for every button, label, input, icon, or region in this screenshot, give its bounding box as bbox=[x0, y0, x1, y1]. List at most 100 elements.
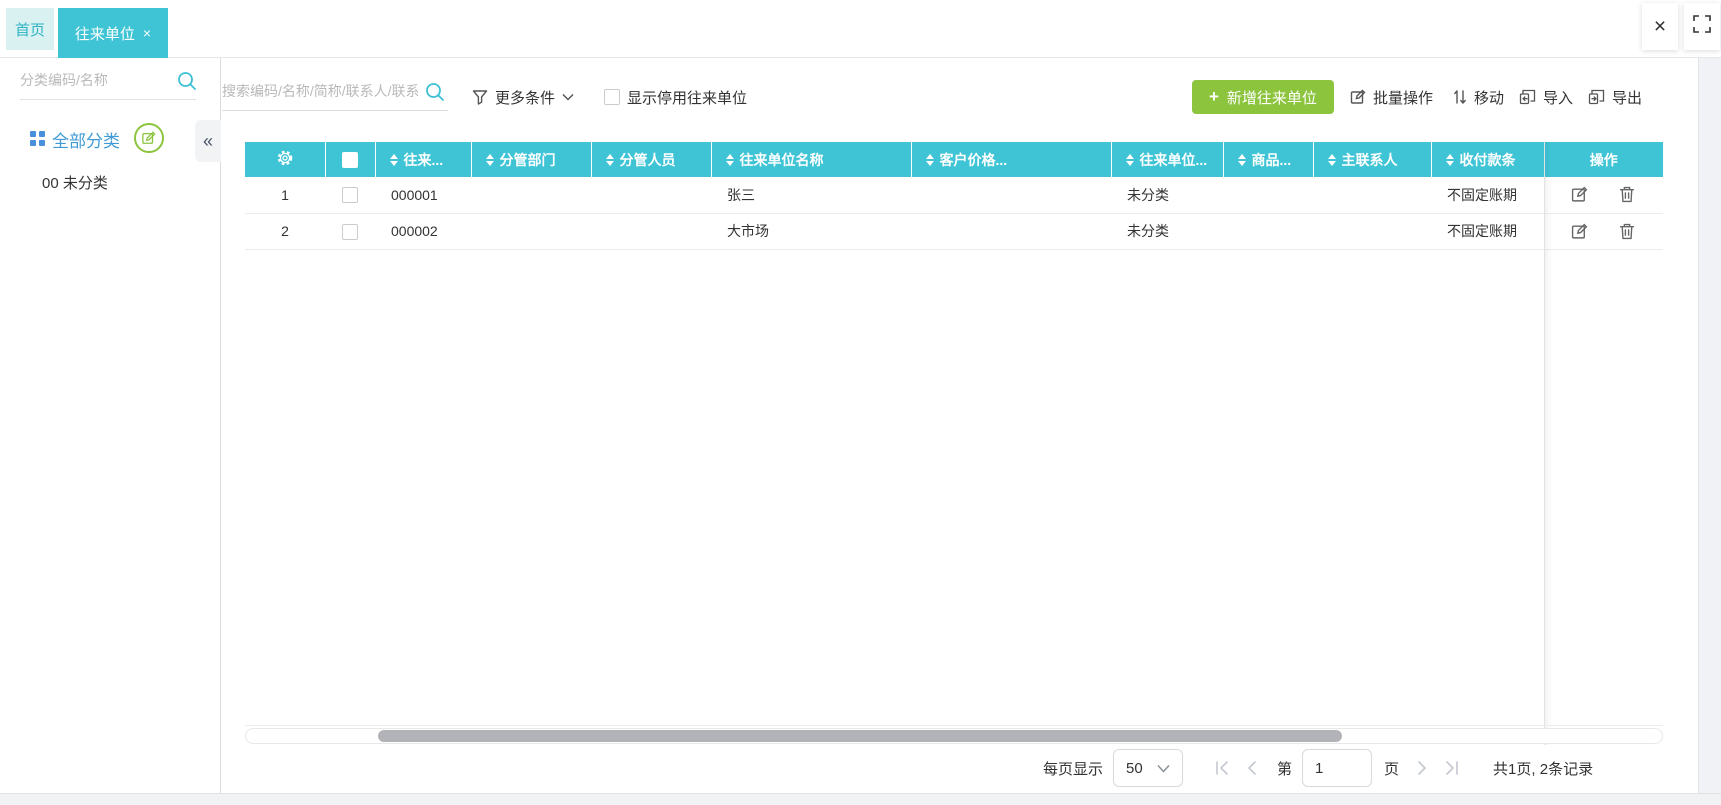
import-button[interactable]: 导入 bbox=[1519, 87, 1573, 108]
show-disabled-label: 显示停用往来单位 bbox=[627, 89, 748, 107]
chevron-down-icon bbox=[1157, 764, 1170, 773]
list-toolbar: 更多条件 显示停用往来单位 + 新增往来单位 批量操作 移动 bbox=[222, 75, 1642, 119]
export-icon bbox=[1588, 89, 1605, 105]
column-header-category[interactable]: 往来单位... bbox=[1110, 142, 1223, 177]
column-header-name[interactable]: 往来单位名称 bbox=[710, 142, 911, 177]
select-all-checkbox[interactable] bbox=[324, 142, 375, 177]
cell-name: 大市场 bbox=[711, 213, 911, 250]
cell-index: 2 bbox=[245, 213, 325, 250]
cell-contact bbox=[1313, 213, 1431, 250]
batch-actions-button[interactable]: 批量操作 bbox=[1350, 87, 1433, 108]
column-header-contact[interactable]: 主联系人 bbox=[1312, 142, 1431, 177]
page-suffix-label: 页 bbox=[1384, 760, 1400, 778]
chevron-right-icon bbox=[1418, 761, 1427, 775]
export-label: 导出 bbox=[1611, 89, 1642, 107]
column-header-code[interactable]: 往来... bbox=[374, 142, 471, 177]
scrollbar-thumb[interactable] bbox=[378, 730, 1342, 742]
sort-icon[interactable] bbox=[925, 153, 934, 166]
cell-person bbox=[591, 213, 711, 250]
cell-dept bbox=[471, 213, 591, 250]
trash-icon bbox=[1620, 223, 1635, 239]
search-icon[interactable] bbox=[424, 81, 446, 103]
edit-pencil-icon bbox=[142, 131, 156, 144]
sort-icon[interactable] bbox=[389, 153, 398, 166]
fullscreen-icon bbox=[1693, 15, 1711, 38]
show-disabled-toggle[interactable]: 显示停用往来单位 bbox=[604, 87, 747, 108]
last-page-button[interactable] bbox=[1441, 748, 1463, 788]
window-close-button[interactable]: × bbox=[1642, 3, 1678, 50]
partner-search-input[interactable] bbox=[222, 83, 418, 99]
tab-close-icon[interactable]: × bbox=[143, 25, 151, 41]
cell-code: 000001 bbox=[375, 177, 471, 214]
column-header-product[interactable]: 商品... bbox=[1222, 142, 1313, 177]
partner-search bbox=[222, 83, 448, 111]
add-partner-label: 新增往来单位 bbox=[1226, 89, 1317, 107]
cell-product bbox=[1223, 213, 1313, 250]
column-settings-button[interactable] bbox=[245, 142, 325, 177]
category-sidebar: 全部分类 « 00 未分类 bbox=[0, 58, 221, 793]
move-label: 移动 bbox=[1473, 89, 1504, 107]
sort-icon[interactable] bbox=[1237, 153, 1246, 166]
export-button[interactable]: 导出 bbox=[1588, 87, 1642, 108]
category-search bbox=[20, 72, 196, 100]
filter-funnel-icon bbox=[472, 90, 488, 105]
partners-table: 往来... 分管部门 分管人员 往来单位名称 客户价格... 往来单位... 商… bbox=[245, 142, 1663, 250]
column-header-price[interactable]: 客户价格... bbox=[910, 142, 1111, 177]
show-disabled-checkbox[interactable] bbox=[604, 89, 621, 105]
all-categories-row: 全部分类 « bbox=[0, 116, 221, 162]
pagination-bar: 每页显示 50 第 页 共1页, 2条记录 bbox=[1043, 748, 1593, 788]
add-partner-button[interactable]: + 新增往来单位 bbox=[1191, 80, 1334, 114]
sidebar-collapse-button[interactable]: « bbox=[195, 120, 221, 162]
all-categories-label[interactable]: 全部分类 bbox=[52, 127, 120, 152]
row-delete-button[interactable] bbox=[1616, 184, 1638, 206]
row-checkbox[interactable] bbox=[325, 213, 375, 250]
trash-icon bbox=[1620, 187, 1635, 203]
cell-name: 张三 bbox=[711, 177, 911, 214]
next-page-button[interactable] bbox=[1411, 748, 1433, 788]
first-page-button[interactable] bbox=[1211, 748, 1233, 788]
sort-icon[interactable] bbox=[485, 153, 494, 166]
per-page-value: 50 bbox=[1126, 759, 1143, 777]
page-number-input[interactable] bbox=[1302, 749, 1373, 787]
cell-payment: 不固定账期 bbox=[1431, 177, 1544, 214]
fullscreen-button[interactable] bbox=[1684, 3, 1720, 50]
sort-icon[interactable] bbox=[1125, 153, 1134, 166]
column-header-payment[interactable]: 收付款条 bbox=[1430, 142, 1544, 177]
sort-icon[interactable] bbox=[1327, 153, 1336, 166]
table-bottom-border bbox=[245, 725, 1663, 726]
records-summary: 共1页, 2条记录 bbox=[1493, 760, 1594, 778]
row-edit-button[interactable] bbox=[1569, 184, 1591, 206]
column-header-person[interactable]: 分管人员 bbox=[590, 142, 711, 177]
row-delete-button[interactable] bbox=[1616, 220, 1638, 242]
sort-icon[interactable] bbox=[725, 153, 734, 166]
table-row[interactable]: 1 000001 张三 未分类 不固定账期 bbox=[245, 177, 1663, 214]
cell-actions bbox=[1544, 213, 1663, 250]
sidebar-item-uncategorized[interactable]: 00 未分类 bbox=[42, 172, 108, 193]
column-header-actions: 操作 bbox=[1543, 142, 1663, 177]
sort-icon[interactable] bbox=[1445, 153, 1454, 166]
cell-product bbox=[1223, 177, 1313, 214]
table-row[interactable]: 2 000002 大市场 未分类 不固定账期 bbox=[245, 213, 1663, 250]
cell-contact bbox=[1313, 177, 1431, 214]
top-tab-bar: 首页 往来单位 × × bbox=[0, 0, 1721, 58]
tab-home[interactable]: 首页 bbox=[6, 8, 54, 50]
move-button[interactable]: 移动 bbox=[1453, 87, 1504, 108]
horizontal-scrollbar[interactable] bbox=[245, 728, 1663, 744]
batch-edit-icon bbox=[1350, 89, 1366, 104]
more-filters-button[interactable]: 更多条件 bbox=[472, 87, 574, 108]
prev-page-button[interactable] bbox=[1241, 748, 1263, 788]
per-page-select[interactable]: 50 bbox=[1113, 749, 1184, 787]
move-updown-icon bbox=[1454, 90, 1466, 104]
row-checkbox[interactable] bbox=[325, 177, 375, 214]
cell-actions bbox=[1544, 177, 1663, 214]
row-edit-button[interactable] bbox=[1569, 220, 1591, 242]
category-search-input[interactable] bbox=[20, 72, 168, 88]
column-header-dept[interactable]: 分管部门 bbox=[470, 142, 591, 177]
edit-categories-button[interactable] bbox=[134, 123, 164, 153]
search-icon[interactable] bbox=[176, 70, 198, 92]
tab-business-partners[interactable]: 往来单位 × bbox=[58, 8, 168, 58]
import-icon bbox=[1519, 89, 1536, 105]
import-label: 导入 bbox=[1542, 89, 1573, 107]
sort-icon[interactable] bbox=[605, 153, 614, 166]
table-header-row: 往来... 分管部门 分管人员 往来单位名称 客户价格... 往来单位... 商… bbox=[245, 142, 1663, 177]
